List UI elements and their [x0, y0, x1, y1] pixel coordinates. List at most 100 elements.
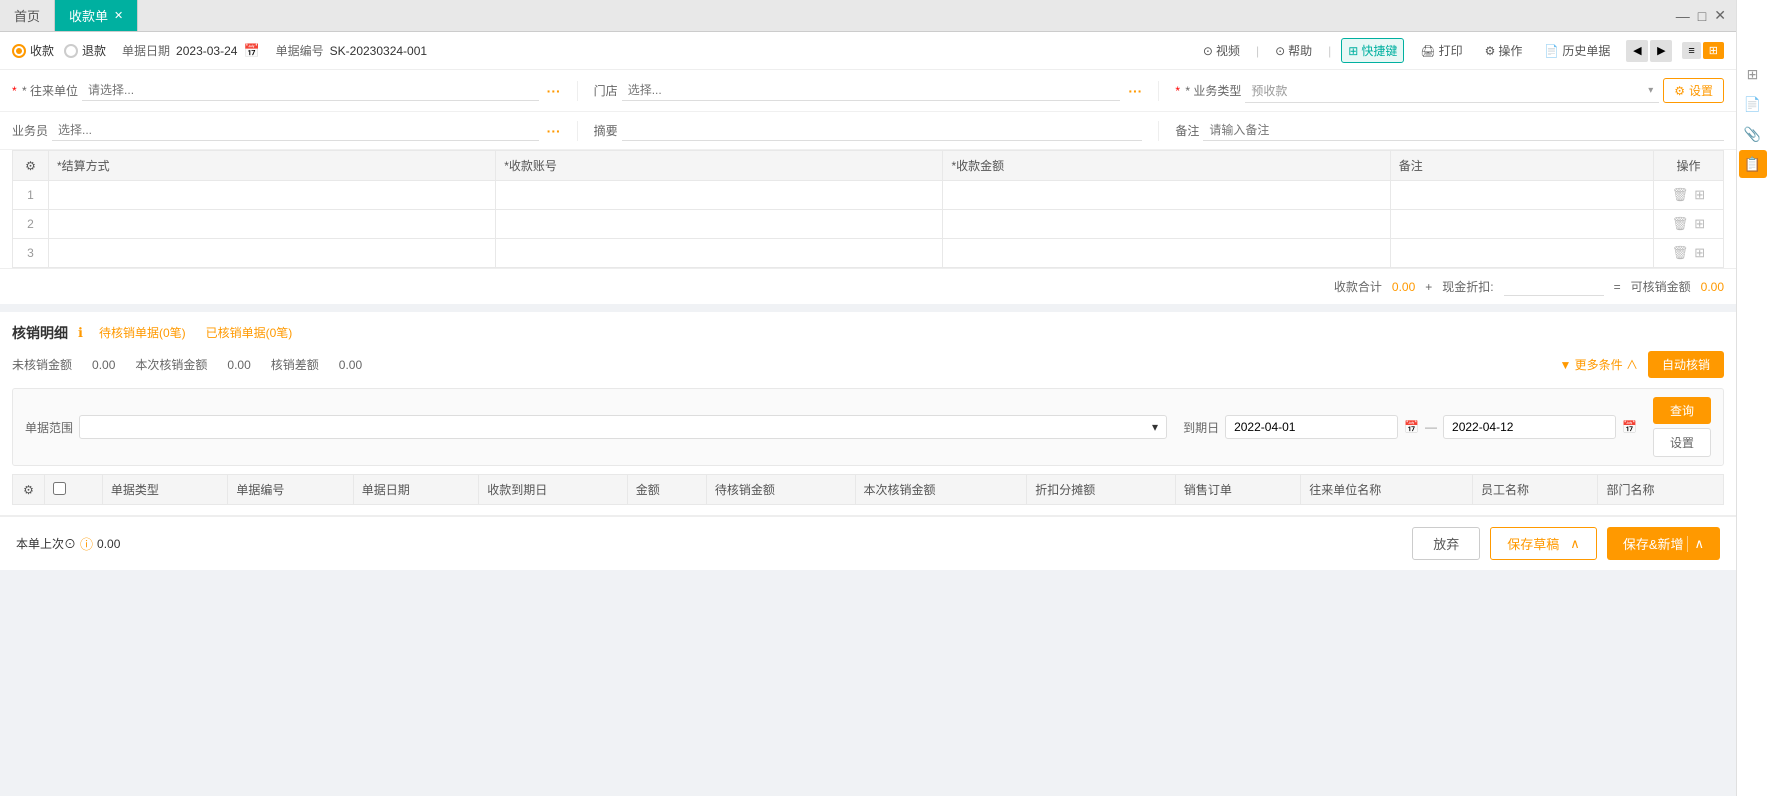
- radio-refund-dot: [64, 44, 78, 58]
- discard-btn[interactable]: 放弃: [1412, 527, 1480, 560]
- more-conditions-btn[interactable]: ▼ 更多条件 ∧: [1559, 356, 1638, 373]
- shortcut-btn[interactable]: ⊞ 快捷键: [1341, 38, 1404, 63]
- hex-header: 核销明细 ℹ 待核销单据(0笔) 已核销单据(0笔): [12, 322, 1724, 343]
- stat-info-icon[interactable]: ⓘ: [80, 534, 93, 553]
- bottom-checkbox-th[interactable]: [45, 475, 103, 505]
- shortcut-icon: ⊞: [1348, 44, 1358, 58]
- amount-cell-1[interactable]: [943, 181, 1390, 210]
- help-btn[interactable]: ⊙ 帮助: [1269, 39, 1318, 62]
- discount-input[interactable]: [1504, 277, 1604, 296]
- col-dept-name-th: 部门名称: [1598, 475, 1724, 505]
- select-all-checkbox[interactable]: [53, 482, 66, 495]
- window-maximize-btn[interactable]: □: [1698, 8, 1706, 24]
- view-list-btn[interactable]: ≡: [1682, 42, 1700, 59]
- date-filter: 到期日 📅 — 📅: [1183, 415, 1637, 439]
- nav-prev-btn[interactable]: ◀: [1626, 40, 1648, 62]
- account-cell-1[interactable]: [496, 181, 943, 210]
- tab-receipt[interactable]: 收款单 ✕: [55, 0, 138, 31]
- settlement-cell-1[interactable]: [49, 181, 496, 210]
- copy-row-3-icon[interactable]: ⊞: [1694, 245, 1705, 261]
- toolbar: 收款 退款 单据日期 2023-03-24 📅 单据编号 SK-20230324…: [0, 32, 1736, 70]
- hex-tab-done[interactable]: 已核销单据(0笔): [200, 322, 299, 343]
- copy-row-1-icon[interactable]: ⊞: [1694, 187, 1705, 203]
- col-amount-th: 金额: [627, 475, 706, 505]
- date-from-input[interactable]: [1225, 415, 1398, 439]
- view-grid-btn[interactable]: ⊞: [1703, 42, 1724, 59]
- radio-receipt-dot: [12, 44, 26, 58]
- delete-row-3-icon[interactable]: 🗑: [1672, 245, 1689, 261]
- sidebar-doc-icon[interactable]: 📄: [1739, 90, 1767, 118]
- account-cell-3[interactable]: [496, 239, 943, 268]
- nav-next-btn[interactable]: ▶: [1650, 40, 1672, 62]
- note-cell-2[interactable]: [1390, 210, 1653, 239]
- save-new-btn[interactable]: 保存&新增 ∧: [1607, 527, 1720, 560]
- account-cell-2[interactable]: [496, 210, 943, 239]
- salesperson-input[interactable]: [52, 120, 539, 141]
- main-content: 收款 退款 单据日期 2023-03-24 📅 单据编号 SK-20230324…: [0, 32, 1736, 570]
- nav-buttons: ◀ ▶: [1626, 40, 1672, 62]
- tab-home[interactable]: 首页: [0, 0, 55, 31]
- save-draft-btn[interactable]: 保存草稿 ∧: [1490, 527, 1597, 560]
- query-btn[interactable]: 查询: [1653, 397, 1711, 424]
- store-dots-btn[interactable]: ···: [1128, 83, 1142, 99]
- diff-label: 核销差额: [271, 356, 319, 373]
- amount-cell-3[interactable]: [943, 239, 1390, 268]
- hex-info-icon[interactable]: ℹ: [78, 325, 83, 341]
- delete-row-2-icon[interactable]: 🗑: [1672, 216, 1689, 232]
- bottom-gear-icon: ⚙: [23, 483, 34, 497]
- filter-settings-btn[interactable]: 设置: [1653, 428, 1711, 457]
- store-input[interactable]: [622, 80, 1121, 101]
- counterparty-input[interactable]: [82, 80, 539, 101]
- summary-input[interactable]: [622, 120, 1143, 141]
- calendar-icon[interactable]: 📅: [243, 43, 259, 59]
- video-btn[interactable]: ⊙ 视频: [1197, 39, 1246, 62]
- form-settings-btn[interactable]: ⚙ 设置: [1663, 78, 1724, 103]
- auto-verify-btn[interactable]: 自动核销: [1648, 351, 1724, 378]
- note-cell-3[interactable]: [1390, 239, 1653, 268]
- business-type-select[interactable]: 预收款 ▾: [1245, 79, 1659, 103]
- counterparty-dots-btn[interactable]: ···: [547, 83, 561, 99]
- range-select[interactable]: ▾: [79, 415, 1167, 439]
- hex-tab-pending[interactable]: 待核销单据(0笔): [93, 322, 192, 343]
- date-to-input[interactable]: [1443, 415, 1616, 439]
- cal-from-icon[interactable]: 📅: [1404, 420, 1419, 434]
- note-cell-1[interactable]: [1390, 181, 1653, 210]
- view-buttons: ≡ ⊞: [1682, 42, 1724, 59]
- col-discount-th: 折扣分摊额: [1027, 475, 1176, 505]
- counterparty-field: * * 往来单位 ···: [12, 80, 561, 101]
- settlement-cell-3[interactable]: [49, 239, 496, 268]
- print-btn[interactable]: 🖨 打印: [1414, 39, 1468, 62]
- bottom-gear-th[interactable]: ⚙: [13, 475, 45, 505]
- amount-cell-2[interactable]: [943, 210, 1390, 239]
- date-field: 单据日期 2023-03-24 📅: [122, 42, 260, 59]
- window-close-btn[interactable]: ✕: [1714, 7, 1726, 24]
- tab-close-icon[interactable]: ✕: [114, 9, 123, 22]
- radio-receipt[interactable]: 收款: [12, 42, 54, 59]
- bottom-table: ⚙ 单据类型 单据编号 单据日期 收款到期日 金额 待核销金额 本次核销金额: [12, 474, 1724, 505]
- table-footer: 收款合计 0.00 + 现金折扣: = 可核销金额 0.00: [0, 268, 1736, 304]
- col-action-th: 操作: [1654, 151, 1724, 181]
- operation-btn[interactable]: ⚙ 操作: [1479, 39, 1529, 62]
- remark-input[interactable]: [1203, 120, 1724, 141]
- window-minimize-btn[interactable]: —: [1676, 8, 1690, 24]
- cal-to-icon[interactable]: 📅: [1622, 420, 1637, 434]
- sidebar-table-icon[interactable]: ⊞: [1739, 60, 1767, 88]
- filter-buttons: 查询 设置: [1653, 397, 1711, 457]
- sidebar-attach-icon[interactable]: 📎: [1739, 120, 1767, 148]
- current-label: 本次核销金额: [135, 356, 207, 373]
- unverified-value: 0.00: [92, 358, 115, 372]
- sidebar-clipboard-icon[interactable]: 📋: [1739, 150, 1767, 178]
- salesperson-dots-btn[interactable]: ···: [547, 123, 561, 139]
- history-icon: 📄: [1544, 44, 1559, 58]
- radio-refund[interactable]: 退款: [64, 42, 106, 59]
- col-note-th: 备注: [1390, 151, 1653, 181]
- settlement-cell-2[interactable]: [49, 210, 496, 239]
- save-draft-arrow-icon[interactable]: ∧: [1563, 536, 1580, 552]
- save-new-arrow-icon[interactable]: ∧: [1687, 536, 1704, 552]
- delete-row-1-icon[interactable]: 🗑: [1672, 187, 1689, 203]
- history-btn[interactable]: 📄 历史单据: [1538, 39, 1616, 62]
- table-gear-th[interactable]: ⚙: [13, 151, 49, 181]
- copy-row-2-icon[interactable]: ⊞: [1694, 216, 1705, 232]
- print-icon: 🖨: [1420, 44, 1435, 58]
- operation-icon: ⚙: [1485, 44, 1496, 58]
